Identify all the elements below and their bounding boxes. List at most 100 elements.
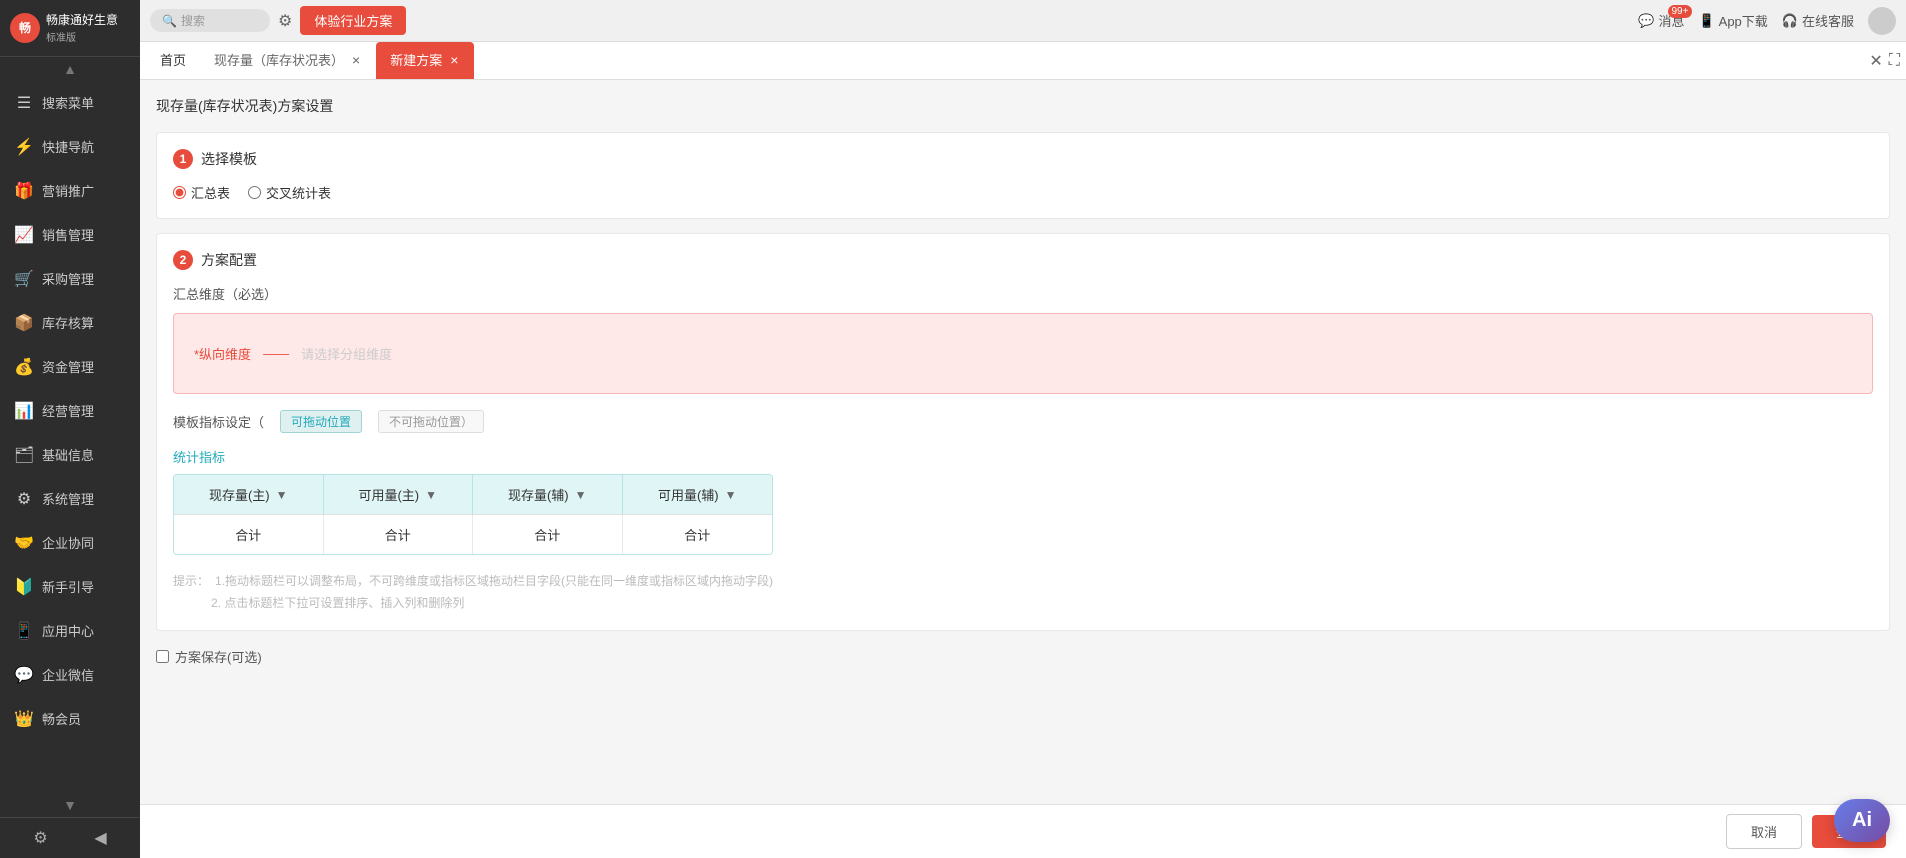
purchase-icon: 🛒 [14, 269, 34, 289]
sidebar-item-label: 企业协同 [42, 533, 94, 552]
sidebar-item-wechat[interactable]: 💬 企业微信 [0, 653, 140, 697]
sidebar-item-basic-info[interactable]: 🗂 基础信息 [0, 433, 140, 477]
sidebar-item-guide[interactable]: 🔰 新手引导 [0, 565, 140, 609]
sidebar-item-sales[interactable]: 📈 销售管理 [0, 213, 140, 257]
col-head-current-aux-dropdown[interactable]: ▼ [575, 488, 587, 502]
dimension-label: 汇总维度（必选） [173, 284, 1873, 303]
ai-bubble[interactable]: Ai [1834, 799, 1890, 842]
tip2-item: 2. 点击标题栏下拉可设置排序、插入列和删除列 [173, 593, 1873, 615]
sidebar-item-label: 应用中心 [42, 621, 94, 640]
enterprise-icon: 🤝 [14, 533, 34, 553]
sidebar-item-app-center[interactable]: 📱 应用中心 [0, 609, 140, 653]
topbar: 🔍 搜索 ⚙ 体验行业方案 💬 消息 99+ 📱 App下载 🎧 在线客服 [140, 0, 1906, 42]
tab-new-plan-close[interactable]: × [448, 52, 460, 68]
col-head-available-aux: 可用量(辅) ▼ [623, 475, 773, 514]
sidebar-nav: ☰ 搜索菜单 ⚡ 快捷导航 🎁 营销推广 📈 销售管理 🛒 采购管理 📦 库存核… [0, 81, 140, 793]
col-cell-available-main: 合计 [324, 515, 474, 554]
app-center-icon: 📱 [14, 621, 34, 641]
trial-button[interactable]: 体验行业方案 [300, 6, 406, 35]
step1-header: 1 选择模板 [173, 149, 1873, 169]
indicator-setting: 模板指标设定（ 可拖动位置 不可拖动位置） [173, 410, 1873, 433]
stats-table-data-row: 合计 合计 合计 合计 [174, 514, 772, 554]
sidebar-scroll-down[interactable]: ▼ [0, 793, 140, 817]
sidebar-item-operation[interactable]: 📊 经营管理 [0, 389, 140, 433]
sales-icon: 📈 [14, 225, 34, 245]
scheme-save-label: 方案保存(可选) [175, 647, 262, 666]
app-download-button[interactable]: 📱 App下载 [1698, 11, 1767, 30]
col-cell-available-aux: 合计 [623, 515, 773, 554]
tab-new-plan[interactable]: 新建方案 × [376, 42, 474, 79]
cancel-button[interactable]: 取消 [1726, 814, 1802, 849]
sidebar-item-system[interactable]: ⚙ 系统管理 [0, 477, 140, 521]
draggable-tag: 可拖动位置 [280, 410, 362, 433]
tab-new-plan-label: 新建方案 [390, 50, 442, 69]
tip-title: 提示： 1.拖动标题栏可以调整布局，不可跨维度或指标区域拖动栏目字段(只能在同一… [173, 571, 1873, 593]
topbar-gear-button[interactable]: ⚙ [278, 11, 292, 31]
app-download-icon: 📱 [1698, 13, 1714, 29]
sidebar-item-member[interactable]: 👑 畅会员 [0, 697, 140, 741]
messages-badge: 99+ [1668, 5, 1693, 18]
sidebar-item-label: 基础信息 [42, 445, 94, 464]
footer: 取消 查询 [140, 804, 1906, 858]
scheme-save-checkbox[interactable] [156, 650, 169, 663]
col-head-available-main-dropdown[interactable]: ▼ [425, 488, 437, 502]
scheme-save-section: 方案保存(可选) [156, 647, 1890, 666]
search-placeholder-text: 搜索 [181, 12, 205, 29]
sidebar-item-shortcut[interactable]: ⚡ 快捷导航 [0, 125, 140, 169]
finance-icon: 💰 [14, 357, 34, 377]
col-head-available-main: 可用量(主) ▼ [324, 475, 474, 514]
messages-icon: 💬 [1638, 13, 1654, 29]
sidebar-item-enterprise[interactable]: 🤝 企业协同 [0, 521, 140, 565]
member-icon: 👑 [14, 709, 34, 729]
online-service-button[interactable]: 🎧 在线客服 [1782, 11, 1854, 30]
user-avatar[interactable] [1868, 7, 1896, 35]
messages-button[interactable]: 💬 消息 99+ [1638, 11, 1684, 30]
dimension-required-text: *纵向维度 [194, 344, 251, 363]
col-head-available-main-label: 可用量(主) [358, 485, 419, 504]
stats-table: 现存量(主) ▼ 可用量(主) ▼ 现存量(辅) ▼ 可用量(辅) [173, 474, 773, 555]
tab-close-all-button[interactable]: ✕ [1869, 51, 1882, 71]
radio-cross-input[interactable] [248, 186, 261, 199]
shortcut-icon: ⚡ [14, 137, 34, 157]
dimension-box[interactable]: *纵向维度 —— 请选择分组维度 [173, 313, 1873, 394]
sidebar: 畅 畅康通好生意 标准版 ▲ ☰ 搜索菜单 ⚡ 快捷导航 🎁 营销推广 📈 销售… [0, 0, 140, 858]
logo-icon: 畅 [10, 13, 40, 43]
sidebar-item-label: 系统管理 [42, 489, 94, 508]
audio-button[interactable]: ◀ [94, 828, 106, 848]
tab-fullscreen-button[interactable]: ⛶ [1889, 51, 1900, 71]
tab-home[interactable]: 首页 [146, 42, 200, 79]
logo-app-name: 畅康通好生意 [46, 12, 118, 29]
section-plan-config: 2 方案配置 汇总维度（必选） *纵向维度 —— 请选择分组维度 模板指标设定（… [156, 233, 1890, 631]
sidebar-item-search-menu[interactable]: ☰ 搜索菜单 [0, 81, 140, 125]
sidebar-item-finance[interactable]: 💰 资金管理 [0, 345, 140, 389]
topbar-search[interactable]: 🔍 搜索 [150, 9, 270, 32]
sidebar-item-label: 新手引导 [42, 577, 94, 596]
sidebar-item-label: 库存核算 [42, 313, 94, 332]
sidebar-item-label: 搜索菜单 [42, 93, 94, 112]
step2-badge: 2 [173, 250, 193, 270]
sidebar-item-label: 快捷导航 [42, 137, 94, 156]
sidebar-item-marketing[interactable]: 🎁 营销推广 [0, 169, 140, 213]
tab-inventory-status-close[interactable]: × [350, 52, 362, 68]
step2-header: 2 方案配置 [173, 250, 1873, 270]
sidebar-scroll-up[interactable]: ▲ [0, 57, 140, 81]
radio-summary[interactable]: 汇总表 [173, 183, 230, 202]
sidebar-item-purchase[interactable]: 🛒 采购管理 [0, 257, 140, 301]
template-radio-group: 汇总表 交叉统计表 [173, 183, 1873, 202]
radio-summary-input[interactable] [173, 186, 186, 199]
sidebar-item-label: 采购管理 [42, 269, 94, 288]
tips-section: 提示： 1.拖动标题栏可以调整布局，不可跨维度或指标区域拖动栏目字段(只能在同一… [173, 571, 1873, 614]
marketing-icon: 🎁 [14, 181, 34, 201]
col-head-current-main-dropdown[interactable]: ▼ [276, 488, 288, 502]
tab-home-label: 首页 [160, 50, 186, 69]
logo-tag: 标准版 [46, 29, 118, 44]
col-cell-current-main: 合计 [174, 515, 324, 554]
radio-cross[interactable]: 交叉统计表 [248, 183, 331, 202]
sidebar-item-inventory[interactable]: 📦 库存核算 [0, 301, 140, 345]
tab-inventory-status[interactable]: 现存量（库存状况表） × [200, 42, 376, 79]
radio-summary-label: 汇总表 [191, 183, 230, 202]
settings-button[interactable]: ⚙ [33, 828, 47, 848]
col-head-available-aux-dropdown[interactable]: ▼ [725, 488, 737, 502]
tips-title-label: 提示： [173, 571, 209, 593]
basic-info-icon: 🗂 [14, 445, 34, 465]
